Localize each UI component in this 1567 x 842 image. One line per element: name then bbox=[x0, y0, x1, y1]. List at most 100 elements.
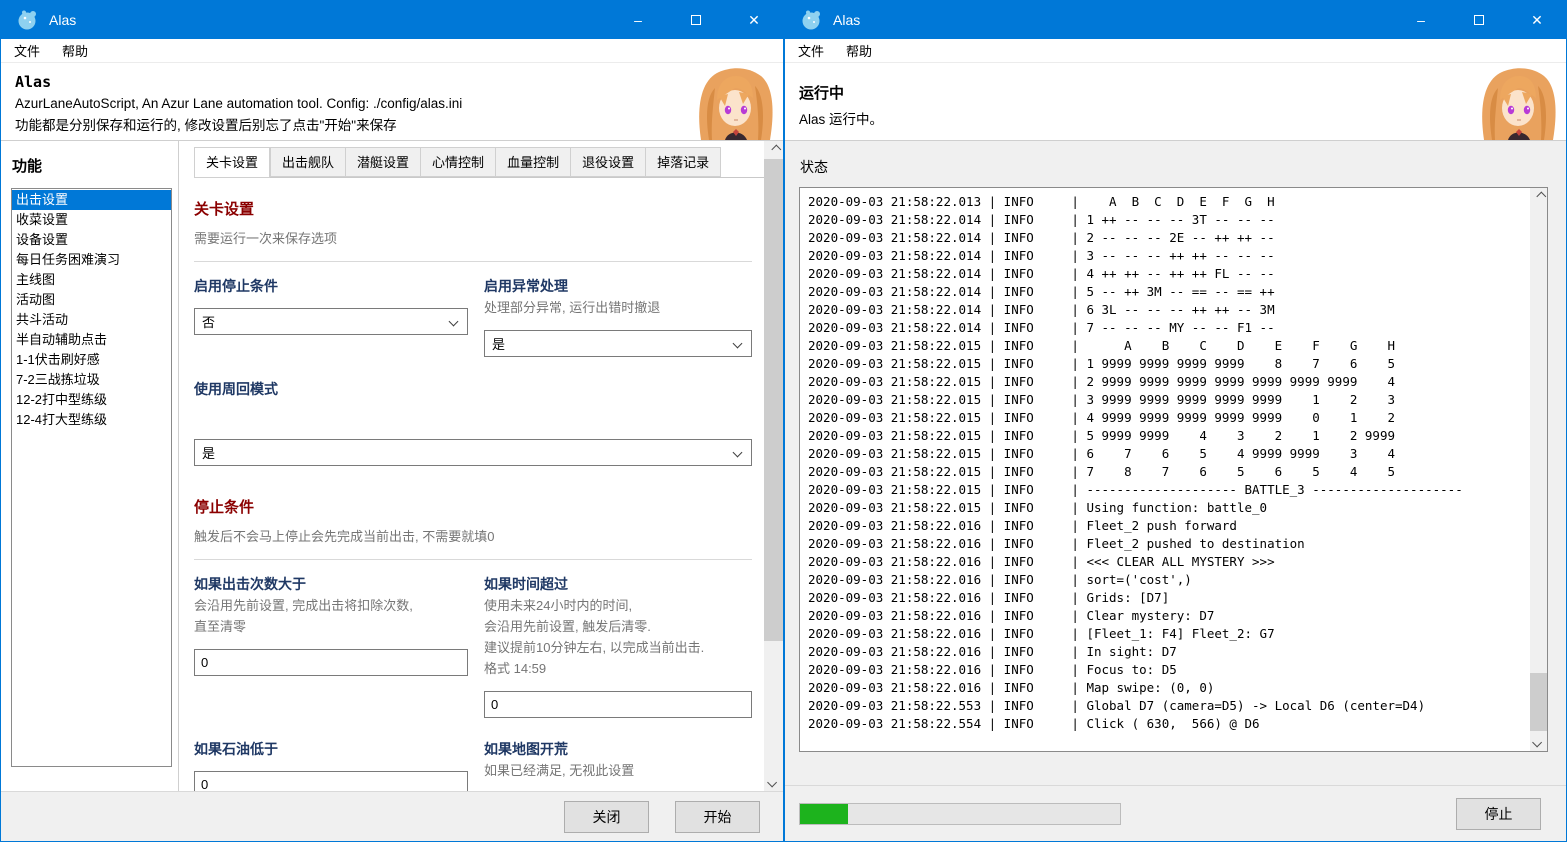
if-count-input[interactable] bbox=[194, 649, 468, 676]
tab[interactable]: 关卡设置 bbox=[194, 147, 271, 178]
section-title-stop: 停止条件 bbox=[194, 499, 255, 516]
if-oil-label: 如果石油低于 bbox=[194, 741, 278, 757]
avatar bbox=[695, 66, 775, 140]
titlebar[interactable]: Alas – ✕ bbox=[785, 1, 1566, 39]
config-bottombar: 关闭 开始 bbox=[1, 791, 783, 841]
titlebar[interactable]: Alas – ✕ bbox=[1, 1, 783, 39]
config-window: Alas – ✕ 文件 帮助 Alas AzurLaneAutoScript, … bbox=[0, 0, 784, 842]
app-header: Alas AzurLaneAutoScript, An Azur Lane au… bbox=[1, 63, 783, 141]
sidebar-item[interactable]: 出击设置 bbox=[12, 190, 171, 210]
sidebar-item[interactable]: 每日任务困难演习 bbox=[12, 250, 171, 270]
scroll-down-button[interactable] bbox=[764, 774, 783, 791]
menu-file[interactable]: 文件 bbox=[14, 41, 40, 60]
if-oil-input[interactable] bbox=[194, 771, 468, 791]
menubar: 文件 帮助 bbox=[1, 39, 783, 63]
enable-exception-help: 处理部分异常, 运行出错时撤退 bbox=[484, 300, 661, 315]
maximize-button[interactable] bbox=[667, 1, 725, 39]
sidebar-title: 功能 bbox=[12, 158, 43, 175]
progress-bar bbox=[799, 802, 1121, 825]
log-scrollbar[interactable] bbox=[1530, 188, 1547, 751]
if-time-help: 使用未来24小时内的时间, 会沿用先前设置, 触发后清零. 建议提前10分钟左右… bbox=[484, 598, 705, 676]
settings-scrollbar[interactable] bbox=[764, 141, 783, 791]
stop-button[interactable]: 停止 bbox=[1456, 797, 1541, 830]
sidebar-item[interactable]: 12-2打中型练级 bbox=[12, 390, 171, 410]
alas-logo-icon bbox=[18, 10, 36, 30]
sidebar-item[interactable]: 活动图 bbox=[12, 290, 171, 310]
status-label: 状态 bbox=[800, 159, 828, 175]
minimize-button[interactable]: – bbox=[609, 1, 667, 39]
scrollbar-thumb[interactable] bbox=[764, 159, 783, 641]
sidebar-item[interactable]: 设备设置 bbox=[12, 230, 171, 250]
enable-stop-value: 否 bbox=[202, 315, 216, 330]
sidebar-item[interactable]: 主线图 bbox=[12, 270, 171, 290]
loop-mode-select[interactable]: 是 bbox=[194, 439, 752, 466]
enable-stop-select[interactable]: 否 bbox=[194, 308, 468, 335]
app-subtitle: AzurLaneAutoScript, An Azur Lane automat… bbox=[15, 96, 463, 111]
close-window-button[interactable]: ✕ bbox=[1508, 1, 1566, 39]
sidebar-item[interactable]: 12-4打大型练级 bbox=[12, 410, 171, 430]
log-bottombar: 停止 bbox=[785, 785, 1566, 841]
tab[interactable]: 掉落记录 bbox=[645, 147, 722, 177]
run-status-subtitle: Alas 运行中。 bbox=[799, 112, 884, 127]
sidebar-item[interactable]: 7-2三战拣垃圾 bbox=[12, 370, 171, 390]
maximize-button[interactable] bbox=[1450, 1, 1508, 39]
settings-form: 关卡设置 出击舰队 潜艇设置 心情控制 血量控制 退役设置 掉落记录 关卡设置 需要运行一次… bbox=[179, 141, 764, 791]
enable-exception-select[interactable]: 是 bbox=[484, 330, 752, 357]
menu-file[interactable]: 文件 bbox=[798, 41, 824, 60]
sidebar-item[interactable]: 共斗活动 bbox=[12, 310, 171, 330]
maximize-icon bbox=[691, 15, 701, 25]
app-title: Alas bbox=[15, 73, 52, 91]
settings-content: 关卡设置 出击舰队 潜艇设置 心情控制 血量控制 退役设置 掉落记录 关卡设置 需要运行一次… bbox=[179, 141, 783, 791]
enable-stop-label: 启用停止条件 bbox=[194, 278, 278, 294]
sidebar-item[interactable]: 半自动辅助点击 bbox=[12, 330, 171, 350]
log-box: 2020-09-03 21:58:22.013 | INFO | A B C D… bbox=[799, 187, 1548, 752]
chevron-down-icon bbox=[732, 447, 743, 458]
close-button[interactable]: 关闭 bbox=[564, 800, 649, 833]
log-window: Alas – ✕ 文件 帮助 运行中 Alas 运行中。 状态 2020-09-… bbox=[784, 0, 1567, 842]
sidebar-item[interactable]: 1-1伏击刷好感 bbox=[12, 350, 171, 370]
avatar bbox=[1478, 66, 1558, 140]
loop-mode-value: 是 bbox=[202, 446, 216, 461]
sidebar: 功能 出击设置 收菜设置 设备设置 每日任务困难演习 主线图 活动图 共斗活动 半自动辅助点击… bbox=[1, 141, 179, 791]
chevron-up-icon bbox=[771, 144, 782, 155]
config-main: 功能 出击设置 收菜设置 设备设置 每日任务困难演习 主线图 活动图 共斗活动 半自动辅助点击… bbox=[1, 141, 783, 791]
if-count-label: 如果出击次数大于 bbox=[194, 576, 306, 592]
tab[interactable]: 出击舰队 bbox=[270, 147, 346, 177]
tab-bar: 关卡设置 出击舰队 潜艇设置 心情控制 血量控制 退役设置 掉落记录 bbox=[194, 141, 764, 178]
run-status-title: 运行中 bbox=[799, 85, 845, 102]
app-note: 功能都是分别保存和运行的, 修改设置后别忘了点击"开始"来保存 bbox=[15, 118, 397, 133]
menu-help[interactable]: 帮助 bbox=[846, 41, 872, 60]
start-button[interactable]: 开始 bbox=[675, 800, 760, 833]
log-output: 2020-09-03 21:58:22.013 | INFO | A B C D… bbox=[808, 194, 1463, 731]
scroll-down-button[interactable] bbox=[1530, 734, 1547, 751]
scroll-up-button[interactable] bbox=[764, 141, 783, 158]
sidebar-item[interactable]: 收菜设置 bbox=[12, 210, 171, 230]
if-map-label: 如果地图开荒 bbox=[484, 741, 568, 757]
chevron-down-icon bbox=[448, 316, 459, 327]
tab[interactable]: 心情控制 bbox=[420, 147, 496, 177]
window-title: Alas bbox=[49, 12, 77, 28]
menu-help[interactable]: 帮助 bbox=[62, 41, 88, 60]
section-title-stage: 关卡设置 bbox=[194, 201, 255, 218]
section-stage-help: 需要运行一次来保存选项 bbox=[194, 231, 338, 246]
tab[interactable]: 潜艇设置 bbox=[345, 147, 421, 177]
menubar: 文件 帮助 bbox=[785, 39, 1566, 63]
close-window-button[interactable]: ✕ bbox=[725, 1, 783, 39]
if-time-input[interactable] bbox=[484, 691, 752, 718]
app-header: 运行中 Alas 运行中。 bbox=[785, 63, 1566, 141]
divider bbox=[194, 261, 752, 262]
chevron-down-icon bbox=[767, 777, 778, 788]
tab[interactable]: 血量控制 bbox=[495, 147, 571, 177]
chevron-down-icon bbox=[1532, 737, 1543, 748]
divider bbox=[194, 559, 752, 560]
if-count-help: 会沿用先前设置, 完成出击将扣除次数, 直至清零 bbox=[194, 598, 413, 634]
scrollbar-thumb[interactable] bbox=[1530, 673, 1547, 731]
scroll-up-button[interactable] bbox=[1530, 188, 1547, 205]
minimize-button[interactable]: – bbox=[1392, 1, 1450, 39]
enable-exception-label: 启用异常处理 bbox=[484, 278, 568, 294]
tab[interactable]: 退役设置 bbox=[570, 147, 646, 177]
chevron-up-icon bbox=[1536, 191, 1547, 202]
chevron-down-icon bbox=[732, 338, 743, 349]
window-title: Alas bbox=[833, 12, 861, 28]
maximize-icon bbox=[1474, 15, 1484, 25]
